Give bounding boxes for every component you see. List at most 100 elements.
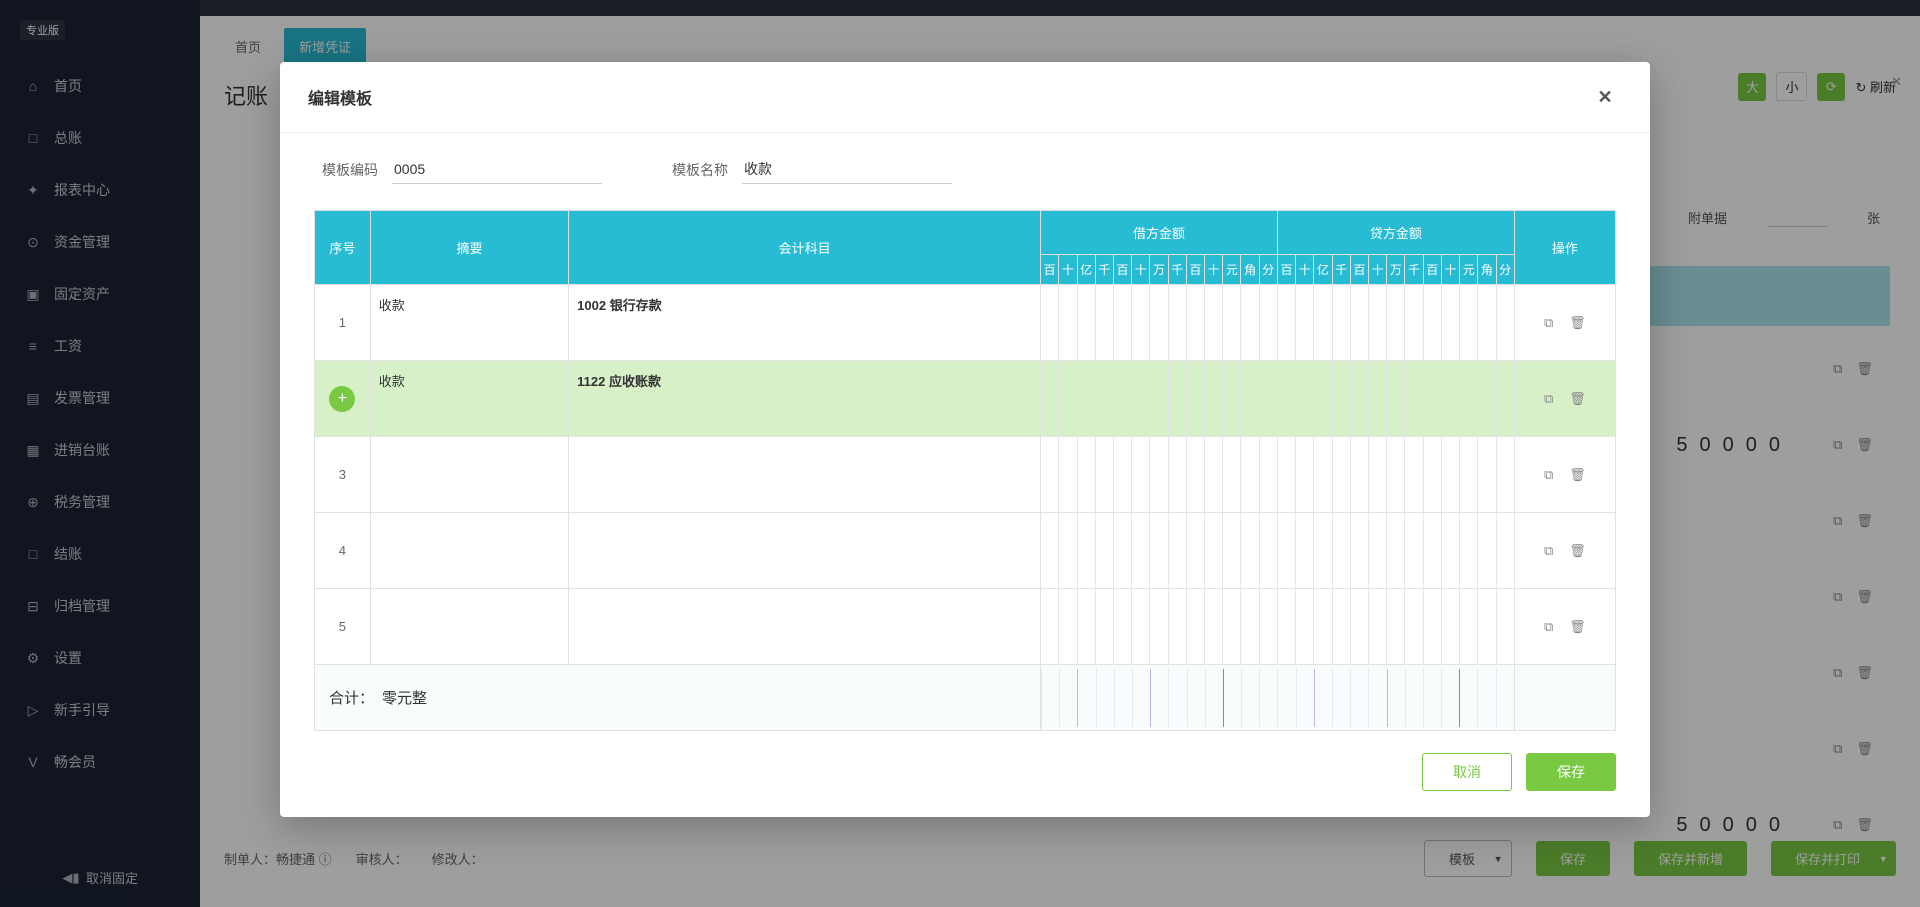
debit-r3-digit-2[interactable]: [1077, 513, 1095, 589]
copy-row-icon[interactable]: ⧉: [1544, 467, 1553, 483]
credit-r0-digit-7[interactable]: [1405, 285, 1423, 361]
credit-r4-digit-10[interactable]: [1460, 589, 1478, 665]
debit-r2-digit-3[interactable]: [1095, 437, 1113, 513]
cell-account-1[interactable]: 1122 应收账款: [569, 361, 1041, 437]
debit-r2-digit-11[interactable]: [1241, 437, 1259, 513]
debit-r2-digit-4[interactable]: [1113, 437, 1131, 513]
debit-r1-digit-0[interactable]: [1041, 361, 1059, 437]
debit-r2-digit-10[interactable]: [1223, 437, 1241, 513]
debit-r1-digit-8[interactable]: [1186, 361, 1204, 437]
debit-r4-digit-1[interactable]: [1059, 589, 1077, 665]
debit-r1-digit-2[interactable]: [1077, 361, 1095, 437]
credit-r2-digit-12[interactable]: [1496, 437, 1514, 513]
credit-r1-digit-7[interactable]: [1405, 361, 1423, 437]
delete-row-icon[interactable]: 🗑: [1569, 467, 1586, 483]
debit-r0-digit-7[interactable]: [1168, 285, 1186, 361]
credit-r0-digit-1[interactable]: [1296, 285, 1314, 361]
delete-row-icon[interactable]: 🗑: [1569, 391, 1586, 407]
credit-r3-digit-7[interactable]: [1405, 513, 1423, 589]
debit-r0-digit-2[interactable]: [1077, 285, 1095, 361]
debit-r1-digit-6[interactable]: [1150, 361, 1168, 437]
debit-r1-digit-10[interactable]: [1223, 361, 1241, 437]
debit-r0-digit-10[interactable]: [1223, 285, 1241, 361]
debit-r0-digit-8[interactable]: [1186, 285, 1204, 361]
debit-r0-digit-0[interactable]: [1041, 285, 1059, 361]
credit-r1-digit-12[interactable]: [1496, 361, 1514, 437]
cell-account-3[interactable]: [569, 513, 1041, 589]
credit-r0-digit-12[interactable]: [1496, 285, 1514, 361]
credit-r1-digit-11[interactable]: [1478, 361, 1496, 437]
credit-r4-digit-8[interactable]: [1423, 589, 1441, 665]
debit-r3-digit-7[interactable]: [1168, 513, 1186, 589]
credit-r3-digit-4[interactable]: [1350, 513, 1368, 589]
credit-r2-digit-5[interactable]: [1369, 437, 1387, 513]
credit-r1-digit-1[interactable]: [1296, 361, 1314, 437]
credit-r3-digit-11[interactable]: [1478, 513, 1496, 589]
credit-r3-digit-6[interactable]: [1387, 513, 1405, 589]
credit-r1-digit-9[interactable]: [1441, 361, 1459, 437]
template-name-input[interactable]: [742, 155, 952, 184]
credit-r0-digit-6[interactable]: [1387, 285, 1405, 361]
debit-r3-digit-10[interactable]: [1223, 513, 1241, 589]
cell-account-0[interactable]: 1002 银行存款: [569, 285, 1041, 361]
credit-r4-digit-1[interactable]: [1296, 589, 1314, 665]
copy-row-icon[interactable]: ⧉: [1544, 315, 1553, 331]
debit-r2-digit-1[interactable]: [1059, 437, 1077, 513]
credit-r0-digit-5[interactable]: [1369, 285, 1387, 361]
cell-account-4[interactable]: [569, 589, 1041, 665]
credit-r1-digit-10[interactable]: [1460, 361, 1478, 437]
credit-r1-digit-4[interactable]: [1350, 361, 1368, 437]
debit-r2-digit-7[interactable]: [1168, 437, 1186, 513]
cell-summary-4[interactable]: [370, 589, 568, 665]
debit-r1-digit-11[interactable]: [1241, 361, 1259, 437]
debit-r3-digit-8[interactable]: [1186, 513, 1204, 589]
debit-r1-digit-4[interactable]: [1113, 361, 1131, 437]
credit-r4-digit-11[interactable]: [1478, 589, 1496, 665]
credit-r4-digit-3[interactable]: [1332, 589, 1350, 665]
credit-r0-digit-9[interactable]: [1441, 285, 1459, 361]
credit-r2-digit-7[interactable]: [1405, 437, 1423, 513]
credit-r2-digit-11[interactable]: [1478, 437, 1496, 513]
cell-summary-3[interactable]: [370, 513, 568, 589]
copy-row-icon[interactable]: ⧉: [1544, 391, 1553, 407]
debit-r4-digit-7[interactable]: [1168, 589, 1186, 665]
credit-r2-digit-1[interactable]: [1296, 437, 1314, 513]
debit-r4-digit-8[interactable]: [1186, 589, 1204, 665]
credit-r0-digit-2[interactable]: [1314, 285, 1332, 361]
debit-r1-digit-12[interactable]: [1259, 361, 1277, 437]
credit-r4-digit-9[interactable]: [1441, 589, 1459, 665]
credit-r4-digit-5[interactable]: [1369, 589, 1387, 665]
delete-row-icon[interactable]: 🗑: [1569, 619, 1586, 635]
debit-r0-digit-3[interactable]: [1095, 285, 1113, 361]
debit-r1-digit-5[interactable]: [1132, 361, 1150, 437]
credit-r0-digit-3[interactable]: [1332, 285, 1350, 361]
credit-r4-digit-7[interactable]: [1405, 589, 1423, 665]
copy-row-icon[interactable]: ⧉: [1544, 543, 1553, 559]
debit-r3-digit-6[interactable]: [1150, 513, 1168, 589]
cell-account-2[interactable]: [569, 437, 1041, 513]
debit-r1-digit-9[interactable]: [1205, 361, 1223, 437]
debit-r2-digit-2[interactable]: [1077, 437, 1095, 513]
debit-r4-digit-6[interactable]: [1150, 589, 1168, 665]
credit-r2-digit-0[interactable]: [1277, 437, 1295, 513]
debit-r0-digit-1[interactable]: [1059, 285, 1077, 361]
debit-r4-digit-12[interactable]: [1259, 589, 1277, 665]
debit-r4-digit-0[interactable]: [1041, 589, 1059, 665]
cell-summary-2[interactable]: [370, 437, 568, 513]
credit-r2-digit-8[interactable]: [1423, 437, 1441, 513]
credit-r3-digit-8[interactable]: [1423, 513, 1441, 589]
debit-r4-digit-10[interactable]: [1223, 589, 1241, 665]
debit-r4-digit-4[interactable]: [1113, 589, 1131, 665]
credit-r1-digit-6[interactable]: [1387, 361, 1405, 437]
debit-r4-digit-3[interactable]: [1095, 589, 1113, 665]
credit-r3-digit-9[interactable]: [1441, 513, 1459, 589]
debit-r2-digit-8[interactable]: [1186, 437, 1204, 513]
debit-r3-digit-9[interactable]: [1205, 513, 1223, 589]
debit-r3-digit-0[interactable]: [1041, 513, 1059, 589]
debit-r3-digit-1[interactable]: [1059, 513, 1077, 589]
credit-r3-digit-10[interactable]: [1460, 513, 1478, 589]
debit-r1-digit-3[interactable]: [1095, 361, 1113, 437]
debit-r2-digit-6[interactable]: [1150, 437, 1168, 513]
cell-summary-1[interactable]: 收款: [370, 361, 568, 437]
credit-r3-digit-1[interactable]: [1296, 513, 1314, 589]
